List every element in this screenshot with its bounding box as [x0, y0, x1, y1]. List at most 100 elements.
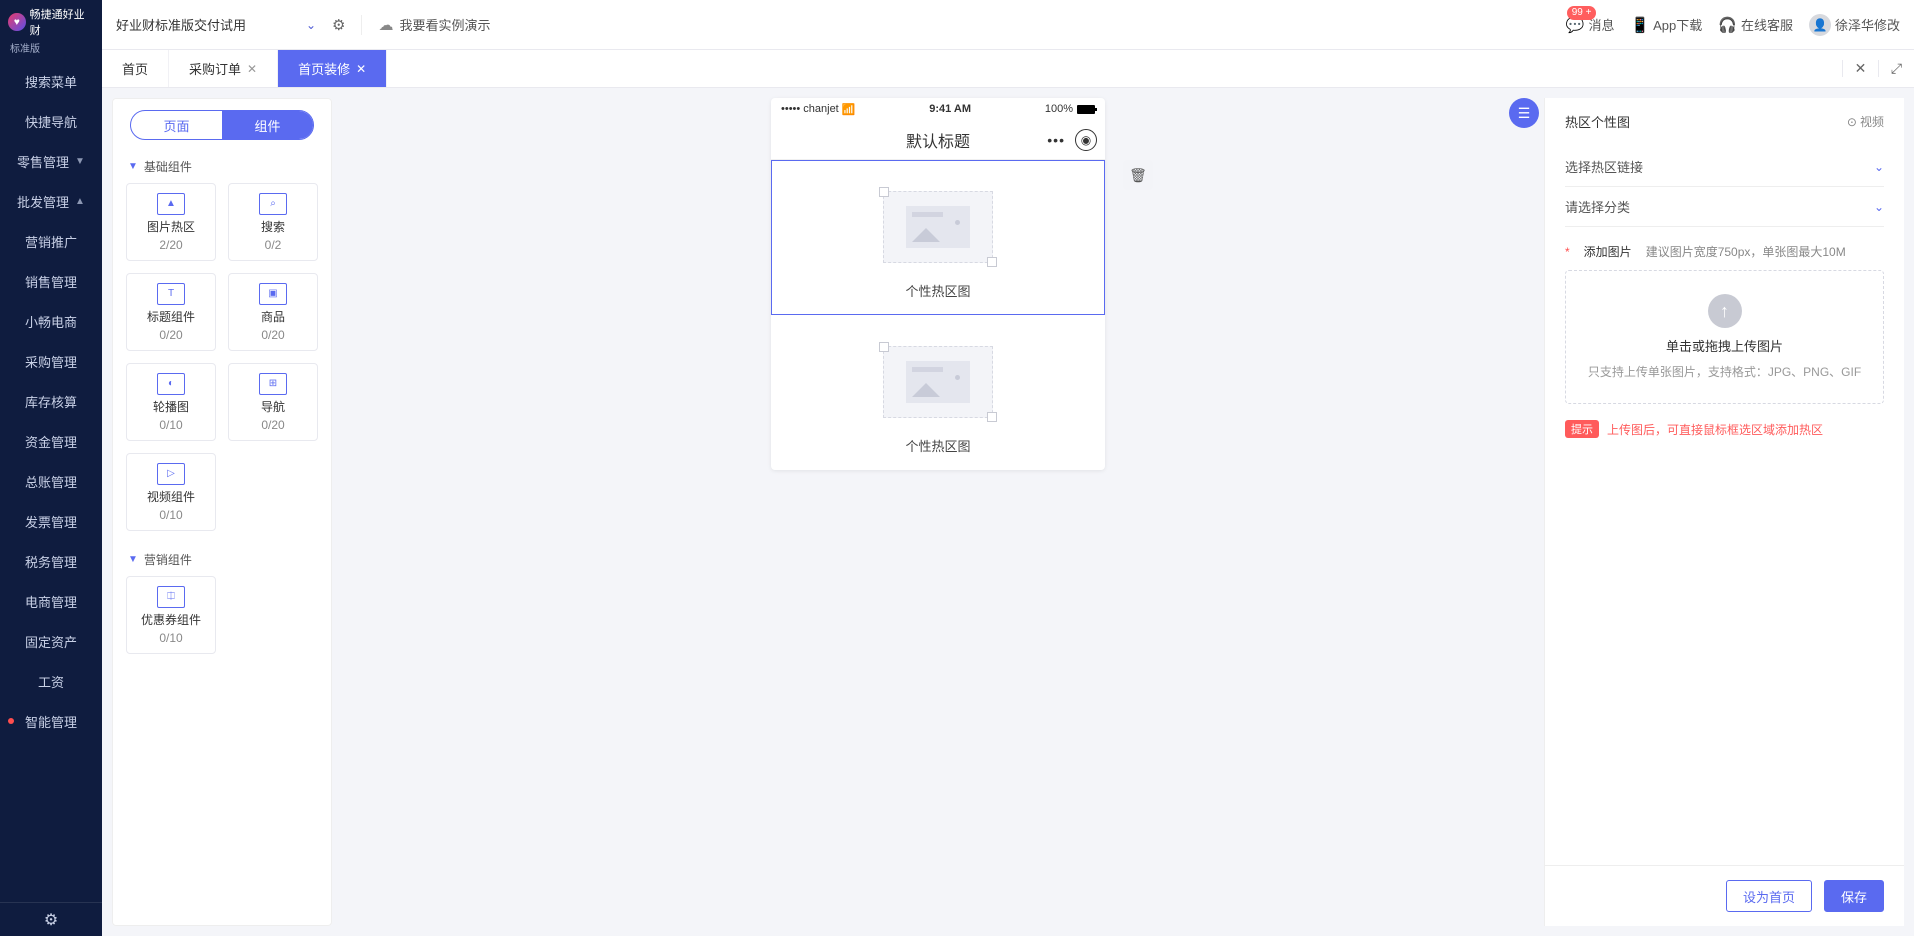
- play-icon: ⊙: [1847, 115, 1857, 129]
- sidebar-item-label: 资金管理: [25, 432, 77, 451]
- phone-title: 默认标题: [906, 128, 970, 152]
- sidebar-item[interactable]: 总账管理: [0, 461, 102, 501]
- component-tile[interactable]: ▣商品0/20: [228, 273, 318, 351]
- select-category[interactable]: 请选择分类 ⌄: [1565, 187, 1884, 227]
- tile-name: 优惠券组件: [141, 611, 201, 628]
- component-tile[interactable]: T标题组件0/20: [126, 273, 216, 351]
- demo-link[interactable]: ☁ 我要看实例演示: [378, 15, 490, 34]
- sidebar-settings-button[interactable]: ⚙: [0, 902, 102, 936]
- sidebar-item-label: 小畅电商: [25, 312, 77, 331]
- component-tile[interactable]: ◐轮播图0/10: [126, 363, 216, 441]
- select-hotzone-link[interactable]: 选择热区链接 ⌄: [1565, 147, 1884, 187]
- phone-title-bar: 默认标题 ••• ◉: [771, 120, 1105, 160]
- tile-name: 轮播图: [153, 398, 189, 415]
- tabbar-expand-button[interactable]: ⤢: [1878, 60, 1914, 77]
- sidebar-item[interactable]: 固定资产: [0, 621, 102, 661]
- sidebar-item[interactable]: 零售管理▼: [0, 141, 102, 181]
- phone-target-icon[interactable]: ◉: [1075, 129, 1097, 151]
- upload-icon: ↑: [1708, 294, 1742, 328]
- sidebar-item[interactable]: 智能管理: [0, 701, 102, 741]
- component-group-header[interactable]: ▼营销组件: [126, 543, 318, 576]
- sidebar-item-label: 库存核算: [25, 392, 77, 411]
- sidebar-item[interactable]: 税务管理: [0, 541, 102, 581]
- chevron-down-icon: ⌄: [1874, 160, 1884, 174]
- wifi-icon: 📶: [842, 103, 856, 116]
- panel-collapse-button[interactable]: ☰: [1509, 98, 1539, 128]
- tab-item[interactable]: 采购订单✕: [169, 50, 278, 87]
- brand-name: 畅捷通好业财: [30, 6, 94, 38]
- phone-more-icon[interactable]: •••: [1047, 132, 1065, 148]
- sidebar-item[interactable]: 销售管理: [0, 261, 102, 301]
- messages-button[interactable]: 99 + 💬 消息: [1566, 15, 1615, 34]
- component-tile[interactable]: ⊞导航0/20: [228, 363, 318, 441]
- caret-down-icon: ▼: [128, 161, 138, 172]
- tile-count: 0/10: [159, 631, 182, 645]
- tab-label: 首页: [122, 59, 148, 78]
- sidebar-item-label: 智能管理: [25, 712, 77, 731]
- sidebar-item-label: 工资: [38, 672, 64, 691]
- brand-edition: 标准版: [0, 40, 102, 61]
- workspace: 页面 组件 ▼基础组件▲图片热区2/20⌕搜索0/2T标题组件0/20▣商品0/…: [102, 88, 1914, 936]
- org-selector[interactable]: 好业财标准版交付试用 ⌄: [116, 15, 316, 34]
- properties-title: 热区个性图: [1565, 112, 1630, 131]
- user-label: 徐泽华修改: [1835, 15, 1900, 34]
- settings-button[interactable]: ⚙: [332, 16, 345, 34]
- sidebar-item[interactable]: 采购管理: [0, 341, 102, 381]
- help-video-link[interactable]: ⊙ 视频: [1847, 113, 1884, 130]
- delete-block-button[interactable]: 🗑: [1123, 160, 1153, 190]
- sidebar-item[interactable]: 资金管理: [0, 421, 102, 461]
- phone-icon: 📱: [1630, 16, 1649, 34]
- save-button[interactable]: 保存: [1824, 880, 1884, 912]
- chevron-up-icon: ▲: [75, 196, 85, 207]
- component-tile[interactable]: ⎅优惠券组件0/10: [126, 576, 216, 654]
- close-icon[interactable]: ✕: [356, 62, 366, 76]
- brand-area: ♥ 畅捷通好业财: [0, 0, 102, 40]
- support-button[interactable]: 🎧 在线客服: [1718, 15, 1793, 34]
- properties-panel: ☰ 热区个性图 ⊙ 视频 选择热区链接 ⌄ 请选择分类 ⌄: [1544, 98, 1904, 926]
- component-group-header[interactable]: ▼基础组件: [126, 150, 318, 183]
- tile-count: 0/20: [261, 328, 284, 342]
- sidebar-item[interactable]: 批发管理 ▲: [0, 181, 102, 221]
- tile-name: 商品: [261, 308, 285, 325]
- app-download-button[interactable]: 📱 App下载: [1630, 15, 1702, 34]
- component-tile[interactable]: ▷视频组件0/10: [126, 453, 216, 531]
- sidebar-item[interactable]: 搜索菜单: [0, 61, 102, 101]
- tab-item[interactable]: 首页: [102, 50, 169, 87]
- panel-toggle: 页面 组件: [130, 110, 314, 140]
- component-tile[interactable]: ▲图片热区2/20: [126, 183, 216, 261]
- hotzone-label: 个性热区图: [905, 436, 970, 455]
- sidebar-item-label: 零售管理: [17, 152, 69, 171]
- tile-name: 视频组件: [147, 488, 195, 505]
- set-home-button[interactable]: 设为首页: [1726, 880, 1812, 912]
- image-uploader[interactable]: ↑ 单击或拖拽上传图片 只支持上传单张图片，支持格式：JPG、PNG、GIF: [1565, 270, 1884, 404]
- tab-component[interactable]: 组件: [222, 111, 313, 139]
- hotzone-block[interactable]: 个性热区图: [771, 315, 1105, 470]
- tile-name: 导航: [261, 398, 285, 415]
- sidebar-item[interactable]: 电商管理: [0, 581, 102, 621]
- user-menu[interactable]: 👤 徐泽华修改: [1809, 14, 1900, 36]
- sidebar-item-label: 营销推广: [25, 232, 77, 251]
- search-icon: ⌕: [259, 193, 287, 215]
- headset-icon: 🎧: [1718, 16, 1737, 34]
- sidebar-item[interactable]: 发票管理: [0, 501, 102, 541]
- tabbar: 首页 采购订单✕首页装修✕ ✕ ⤢: [102, 50, 1914, 88]
- hotzone-block[interactable]: 个性热区图: [771, 160, 1105, 315]
- chevron-down-icon: ⌄: [1874, 200, 1884, 214]
- tile-name: 搜索: [261, 218, 285, 235]
- close-icon[interactable]: ✕: [247, 62, 257, 76]
- phone-status-bar: ••••• chanjet 📶 9:41 AM 100%: [771, 98, 1105, 120]
- demo-label: 我要看实例演示: [399, 15, 490, 34]
- sidebar-item[interactable]: 库存核算: [0, 381, 102, 421]
- sidebar-item-label: 批发管理: [17, 192, 69, 211]
- sidebar-item[interactable]: 小畅电商: [0, 301, 102, 341]
- sidebar-item[interactable]: 营销推广: [0, 221, 102, 261]
- sidebar-item-label: 搜索菜单: [25, 72, 77, 91]
- canvas-toolbar: 🗑: [1123, 160, 1153, 190]
- component-tile[interactable]: ⌕搜索0/2: [228, 183, 318, 261]
- tile-count: 0/10: [159, 508, 182, 522]
- sidebar-item[interactable]: 工资: [0, 661, 102, 701]
- tab-page[interactable]: 页面: [131, 111, 222, 139]
- tab-item[interactable]: 首页装修✕: [278, 50, 387, 87]
- tabbar-close-button[interactable]: ✕: [1842, 60, 1878, 77]
- sidebar-item[interactable]: 快捷导航: [0, 101, 102, 141]
